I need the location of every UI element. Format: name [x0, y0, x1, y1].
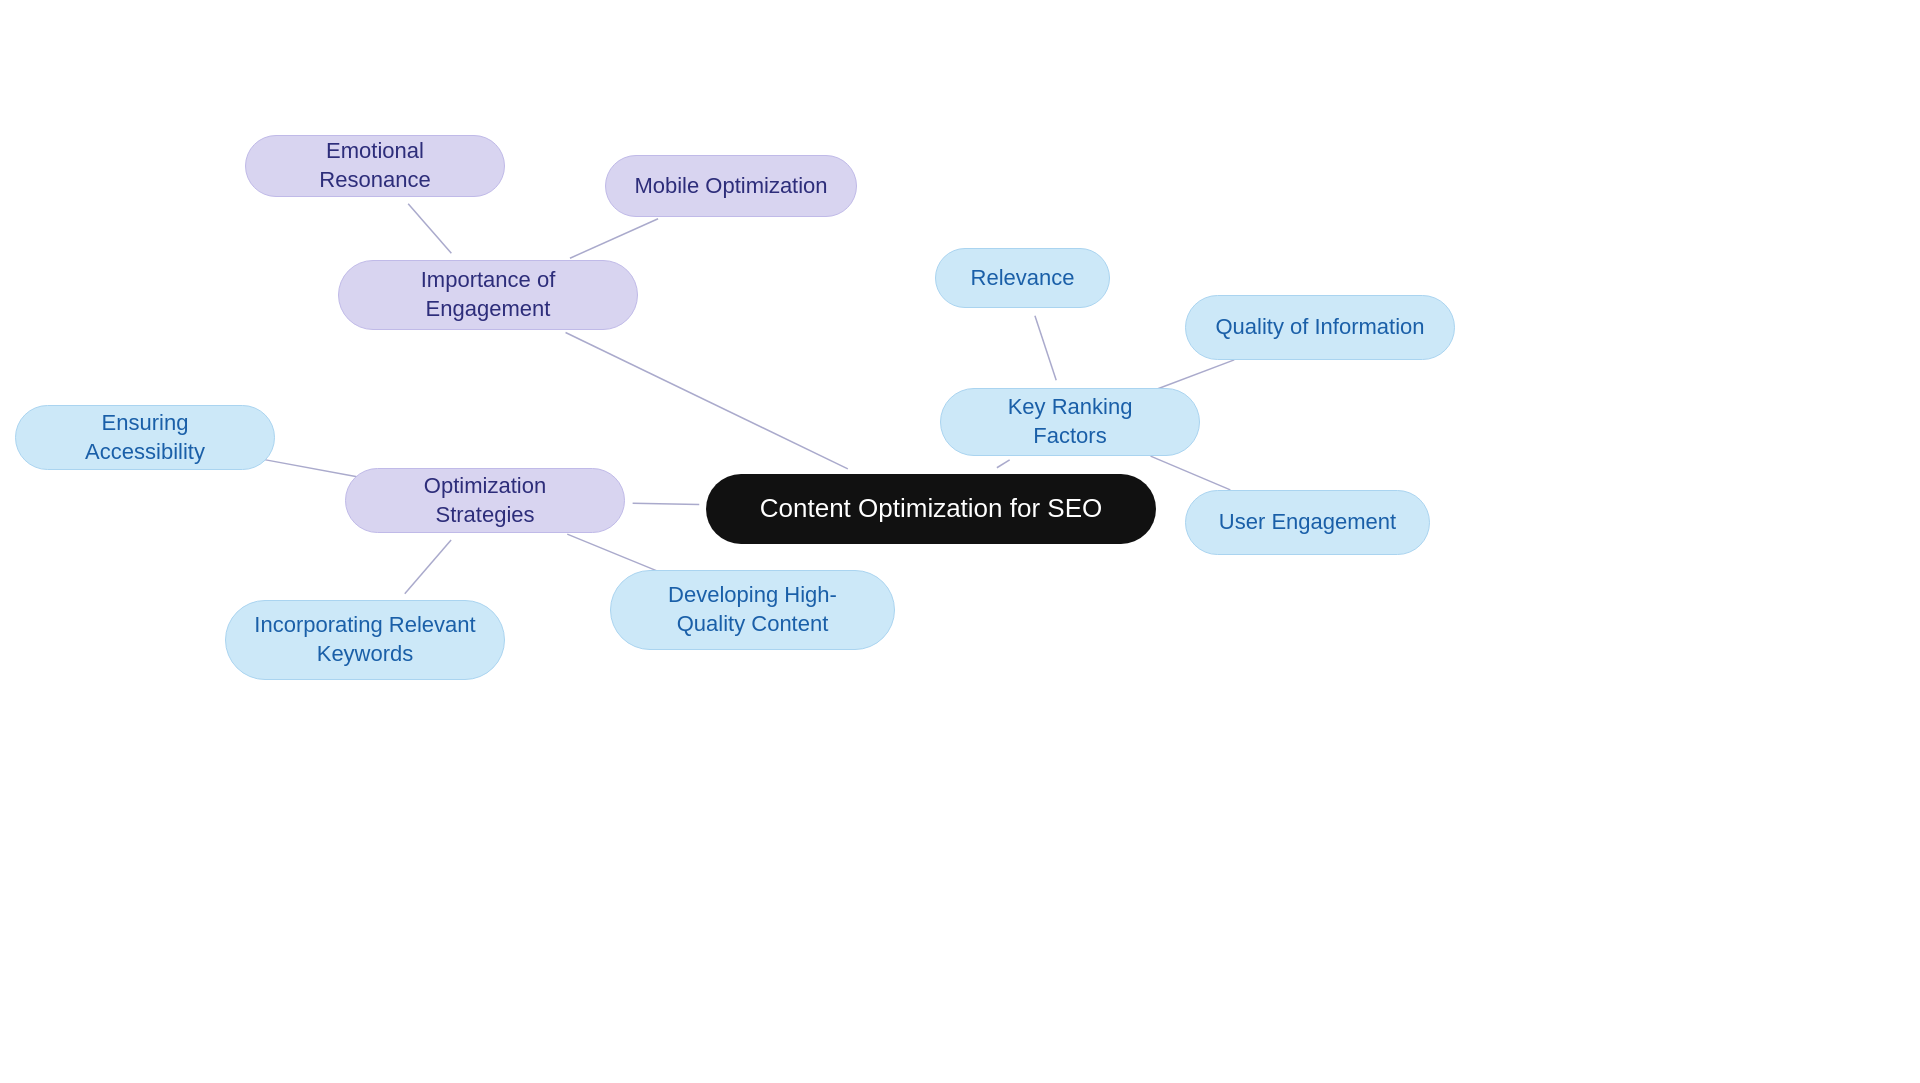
developing-content-label: Developing High-Quality Content: [639, 581, 866, 638]
quality-of-information-node: Quality of Information: [1185, 295, 1455, 360]
mobile-optimization-label: Mobile Optimization: [634, 172, 827, 201]
svg-line-9: [1157, 360, 1235, 389]
importance-engagement-label: Importance of Engagement: [367, 266, 609, 323]
center-label: Content Optimization for SEO: [760, 492, 1102, 526]
svg-line-8: [1035, 316, 1056, 381]
developing-content-node: Developing High-Quality Content: [610, 570, 895, 650]
relevance-node: Relevance: [935, 248, 1110, 308]
incorporating-keywords-label: Incorporating Relevant Keywords: [254, 611, 476, 668]
svg-line-1: [408, 204, 451, 253]
ensuring-accessibility-label: Ensuring Accessibility: [44, 409, 246, 466]
svg-line-0: [566, 332, 848, 468]
ensuring-accessibility-node: Ensuring Accessibility: [15, 405, 275, 470]
svg-line-7: [997, 460, 1010, 468]
importance-of-engagement-node: Importance of Engagement: [338, 260, 638, 330]
mobile-optimization-node: Mobile Optimization: [605, 155, 857, 217]
key-ranking-factors-node: Key Ranking Factors: [940, 388, 1200, 456]
emotional-resonance-label: Emotional Resonance: [274, 137, 476, 194]
optimization-strategies-node: Optimization Strategies: [345, 468, 625, 533]
key-ranking-label: Key Ranking Factors: [969, 393, 1171, 450]
quality-information-label: Quality of Information: [1215, 313, 1424, 342]
optimization-strategies-label: Optimization Strategies: [374, 472, 596, 529]
center-node: Content Optimization for SEO: [706, 474, 1156, 544]
user-engagement-label: User Engagement: [1219, 508, 1396, 537]
svg-line-5: [405, 540, 451, 594]
svg-line-10: [1151, 456, 1231, 490]
svg-line-6: [567, 534, 660, 572]
svg-line-4: [262, 459, 363, 478]
emotional-resonance-node: Emotional Resonance: [245, 135, 505, 197]
user-engagement-node: User Engagement: [1185, 490, 1430, 555]
relevance-label: Relevance: [971, 264, 1075, 293]
incorporating-keywords-node: Incorporating Relevant Keywords: [225, 600, 505, 680]
svg-line-2: [570, 219, 658, 259]
svg-line-3: [633, 503, 700, 504]
